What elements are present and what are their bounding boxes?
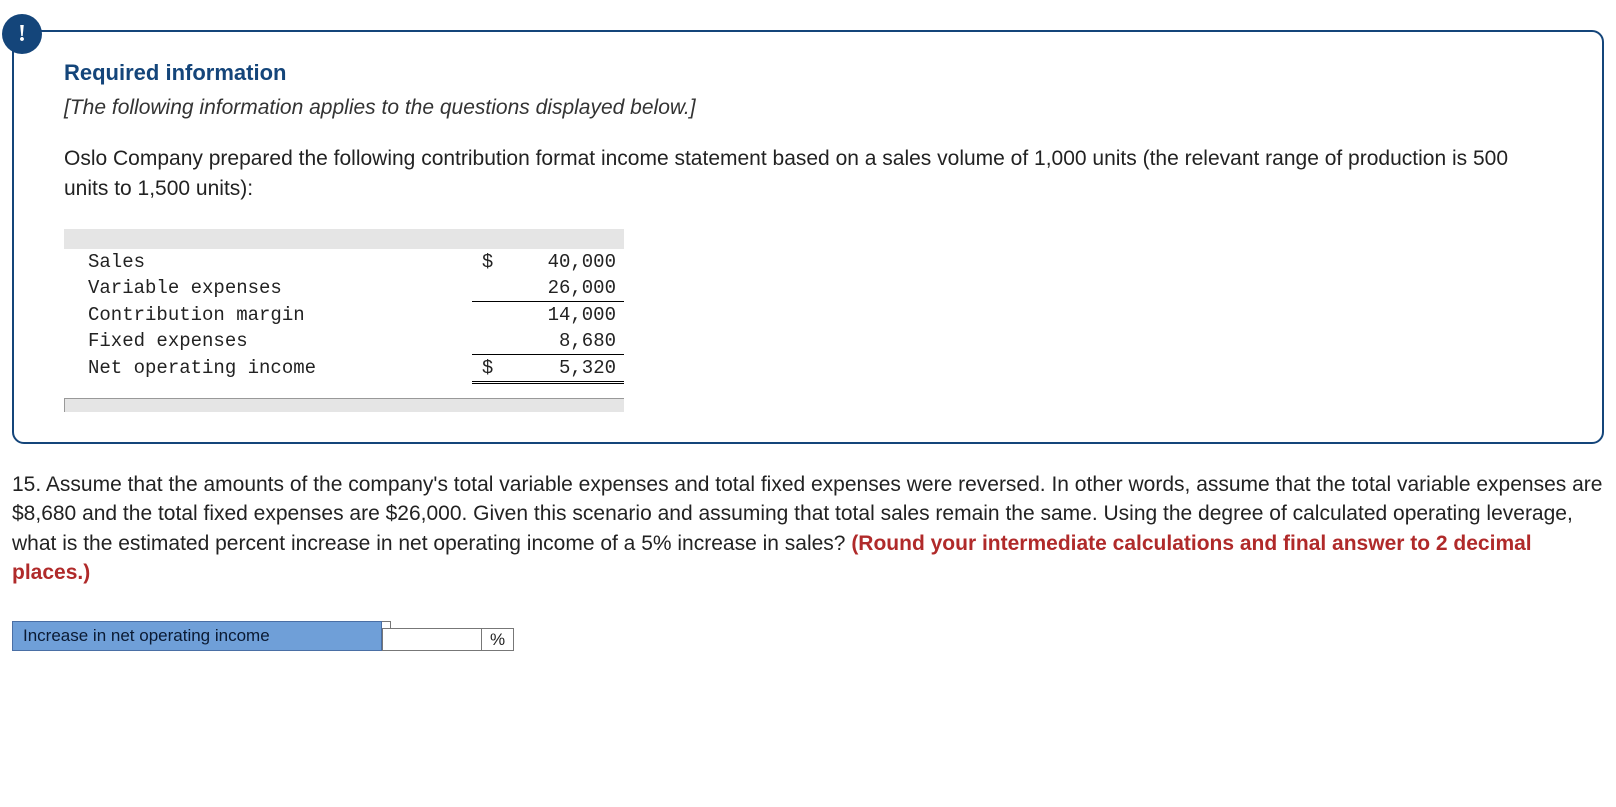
statement-value: 26,000 (499, 275, 624, 302)
statement-label: Fixed expenses (64, 328, 472, 355)
question-text: 15. Assume that the amounts of the compa… (12, 470, 1604, 588)
statement-value: 40,000 (499, 249, 624, 275)
panel-heading: Required information (64, 60, 1552, 86)
required-information-panel: ! Required information [The following in… (12, 30, 1604, 444)
input-tab-decorator (381, 621, 391, 628)
answer-row: Increase in net operating income % (12, 621, 1604, 651)
table-header-bar (64, 229, 624, 249)
statement-value: 8,680 (499, 328, 624, 355)
answer-input[interactable] (382, 628, 482, 651)
statement-row: Variable expenses 26,000 (64, 275, 624, 302)
statement-label: Net operating income (64, 354, 472, 382)
table-footer-bar (64, 398, 624, 412)
statement-row: Fixed expenses 8,680 (64, 328, 624, 355)
applies-note: [The following information applies to th… (64, 96, 1552, 120)
statement-value: 14,000 (499, 301, 624, 328)
answer-unit: % (482, 628, 514, 651)
income-statement-table: Sales$40,000Variable expenses26,000Contr… (64, 249, 624, 384)
currency-symbol: $ (472, 354, 499, 382)
currency-symbol: $ (472, 249, 499, 275)
statement-value: 5,320 (499, 354, 624, 382)
alert-icon: ! (2, 14, 42, 54)
statement-row: Sales$40,000 (64, 249, 624, 275)
statement-label: Variable expenses (64, 275, 472, 302)
statement-row: Net operating income$5,320 (64, 354, 624, 382)
statement-label: Contribution margin (64, 301, 472, 328)
currency-symbol (472, 301, 499, 328)
currency-symbol (472, 275, 499, 302)
currency-symbol (472, 328, 499, 355)
question-number: 15. (12, 473, 41, 496)
statement-row: Contribution margin 14,000 (64, 301, 624, 328)
answer-label: Increase in net operating income (12, 621, 382, 651)
scenario-text: Oslo Company prepared the following cont… (64, 144, 1552, 205)
statement-label: Sales (64, 249, 472, 275)
income-statement: Sales$40,000Variable expenses26,000Contr… (64, 229, 624, 412)
